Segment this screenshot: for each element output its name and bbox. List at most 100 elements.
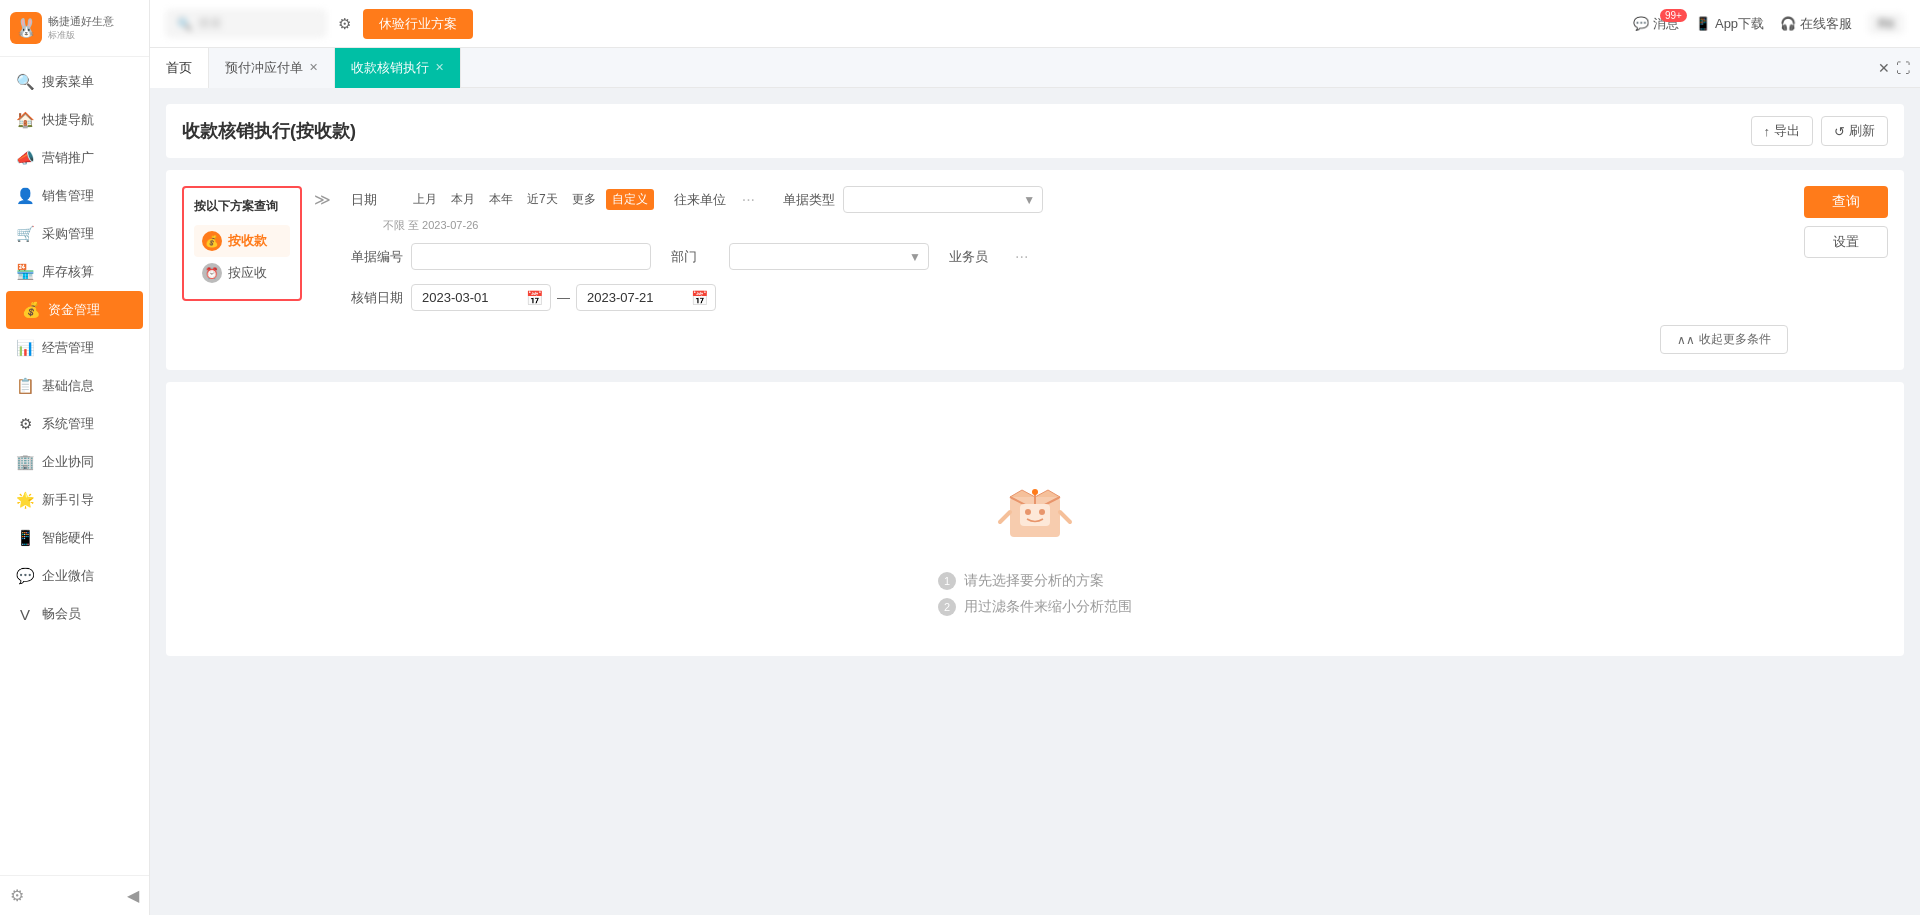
- sidebar-item-quick-nav[interactable]: 🏠 快捷导航: [0, 101, 149, 139]
- tab-fullscreen-icon[interactable]: ⛶: [1896, 60, 1910, 76]
- message-button[interactable]: 💬 消息 99+: [1633, 15, 1679, 33]
- sidebar-item-label: 采购管理: [42, 225, 94, 243]
- wechat-icon: 💬: [16, 567, 34, 585]
- tab-receipt-close-icon[interactable]: ✕: [435, 61, 444, 74]
- purchase-icon: 🛒: [16, 225, 34, 243]
- export-icon: ↑: [1764, 124, 1771, 139]
- verify-date-start-calendar-icon: 📅: [526, 290, 543, 306]
- filter-sidebar: 按以下方案查询 💰 按收款 ⏰ 按应收: [182, 186, 302, 301]
- sidebar-item-purchase[interactable]: 🛒 采购管理: [0, 215, 149, 253]
- date-last-month-btn[interactable]: 上月: [409, 189, 441, 210]
- filter-option-by-receipt[interactable]: 💰 按收款: [194, 225, 290, 257]
- sidebar-footer: ⚙ ◀: [0, 875, 149, 915]
- doc-type-select[interactable]: [843, 186, 1043, 213]
- user-info[interactable]: Rit: [1868, 13, 1904, 34]
- collapse-more-label: 收起更多条件: [1699, 331, 1771, 348]
- svg-line-7: [1060, 512, 1070, 522]
- date-row: 日期 上月 本月 本年 近7天 更多 自定义: [351, 186, 1788, 213]
- topbar-search-box[interactable]: 🔍 搜索: [166, 10, 326, 37]
- message-icon: 💬: [1633, 16, 1649, 31]
- date-7days-btn[interactable]: 近7天: [523, 189, 562, 210]
- verify-date-row: 核销日期 📅 — 📅: [351, 284, 1788, 311]
- search-icon: 🔍: [177, 17, 192, 31]
- party-ellipsis-btn[interactable]: ···: [734, 187, 763, 213]
- sidebar-item-wechat[interactable]: 💬 企业微信: [0, 557, 149, 595]
- quick-nav-icon: 🏠: [16, 111, 34, 129]
- app-label: App下载: [1715, 15, 1764, 33]
- operations-icon: 📊: [16, 339, 34, 357]
- verify-date-label: 核销日期: [351, 289, 403, 307]
- sidebar-item-finance[interactable]: 💰 资金管理: [6, 291, 143, 329]
- doc-no-input[interactable]: [411, 243, 651, 270]
- sidebar-item-smart-hw[interactable]: 📱 智能硬件: [0, 519, 149, 557]
- tab-close-all-icon[interactable]: ✕: [1878, 60, 1890, 76]
- sidebar-item-label: 新手引导: [42, 491, 94, 509]
- hint-text-1: 请先选择要分析的方案: [964, 572, 1104, 590]
- message-badge: 99+: [1660, 9, 1687, 22]
- sidebar-item-marketing[interactable]: 📣 营销推广: [0, 139, 149, 177]
- app-download-button[interactable]: 📱 App下载: [1695, 15, 1764, 33]
- inventory-icon: 🏪: [16, 263, 34, 281]
- sidebar-item-newbie[interactable]: 🌟 新手引导: [0, 481, 149, 519]
- svg-point-2: [1025, 509, 1031, 515]
- industry-solution-button[interactable]: 休验行业方案: [363, 9, 473, 39]
- sidebar-item-search-menu[interactable]: 🔍 搜索菜单: [0, 63, 149, 101]
- tab-prepay-flush[interactable]: 预付冲应付单 ✕: [209, 48, 335, 88]
- tab-receipt-flush[interactable]: 收款核销执行 ✕: [335, 48, 461, 88]
- hint-text-2: 用过滤条件来缩小分析范围: [964, 598, 1132, 616]
- smart-hw-icon: 📱: [16, 529, 34, 547]
- verify-date-range: 📅 — 📅: [411, 284, 716, 311]
- sidebar-item-label: 经营管理: [42, 339, 94, 357]
- sidebar-item-system[interactable]: ⚙ 系统管理: [0, 405, 149, 443]
- sidebar-item-label: 企业微信: [42, 567, 94, 585]
- user-name: Rit: [1878, 16, 1894, 31]
- sidebar-item-inventory[interactable]: 🏪 库存核算: [0, 253, 149, 291]
- filter-sidebar-collapse-button[interactable]: ≫: [310, 186, 335, 213]
- date-custom-btn[interactable]: 自定义: [606, 189, 654, 210]
- sidebar-item-label: 营销推广: [42, 149, 94, 167]
- sidebar-item-vip[interactable]: V 畅会员: [0, 595, 149, 633]
- query-buttons: 查询 设置: [1804, 186, 1888, 258]
- search-menu-icon: 🔍: [16, 73, 34, 91]
- finance-icon: 💰: [22, 301, 40, 319]
- collapse-more-button[interactable]: ∧∧ 收起更多条件: [1660, 325, 1788, 354]
- settings-button[interactable]: 设置: [1804, 226, 1888, 258]
- topbar-gear-icon[interactable]: ⚙: [338, 15, 351, 33]
- topbar: 🔍 搜索 ⚙ 休验行业方案 💬 消息 99+ 📱 App下载 🎧 在线客服 Ri…: [150, 0, 1920, 48]
- filter-option-by-receivable[interactable]: ⏰ 按应收: [194, 257, 290, 289]
- tab-prepay-close-icon[interactable]: ✕: [309, 61, 318, 74]
- sidebar-settings-icon[interactable]: ⚙: [10, 886, 24, 905]
- dept-field: 部门 ▼: [671, 243, 929, 270]
- date-this-year-btn[interactable]: 本年: [485, 189, 517, 210]
- doc-no-field: 单据编号: [351, 243, 651, 270]
- date-more-btn[interactable]: 更多: [568, 189, 600, 210]
- date-not-limited-text: 不限 至 2023-07-26: [383, 219, 478, 231]
- sidebar-item-sales[interactable]: 👤 销售管理: [0, 177, 149, 215]
- export-button[interactable]: ↑ 导出: [1751, 116, 1814, 146]
- online-service-button[interactable]: 🎧 在线客服: [1780, 15, 1852, 33]
- system-icon: ⚙: [16, 415, 34, 433]
- sidebar-item-enterprise[interactable]: 🏢 企业协同: [0, 443, 149, 481]
- sidebar-collapse-icon[interactable]: ◀: [127, 886, 139, 905]
- tab-home[interactable]: 首页: [150, 48, 209, 88]
- base-info-icon: 📋: [16, 377, 34, 395]
- refresh-button[interactable]: ↺ 刷新: [1821, 116, 1888, 146]
- sidebar-item-base-info[interactable]: 📋 基础信息: [0, 367, 149, 405]
- doc-type-field: 单据类型 ▼: [783, 186, 1043, 213]
- marketing-icon: 📣: [16, 149, 34, 167]
- date-quick-btns: 上月 本月 本年 近7天 更多 自定义: [409, 189, 654, 210]
- enterprise-icon: 🏢: [16, 453, 34, 471]
- topbar-actions: 💬 消息 99+ 📱 App下载 🎧 在线客服 Rit: [1633, 13, 1904, 34]
- sidebar-item-label: 企业协同: [42, 453, 94, 471]
- sidebar-item-label: 销售管理: [42, 187, 94, 205]
- date-this-month-btn[interactable]: 本月: [447, 189, 479, 210]
- page-header: 收款核销执行(按收款) ↑ 导出 ↺ 刷新: [166, 104, 1904, 158]
- svg-rect-1: [1020, 504, 1050, 526]
- filter-sidebar-title: 按以下方案查询: [194, 198, 290, 215]
- staff-ellipsis-btn[interactable]: ···: [1007, 244, 1036, 270]
- app-icon: 📱: [1695, 16, 1711, 31]
- sidebar-item-label: 快捷导航: [42, 111, 94, 129]
- query-button[interactable]: 查询: [1804, 186, 1888, 218]
- sidebar-item-operations[interactable]: 📊 经营管理: [0, 329, 149, 367]
- dept-select[interactable]: [729, 243, 929, 270]
